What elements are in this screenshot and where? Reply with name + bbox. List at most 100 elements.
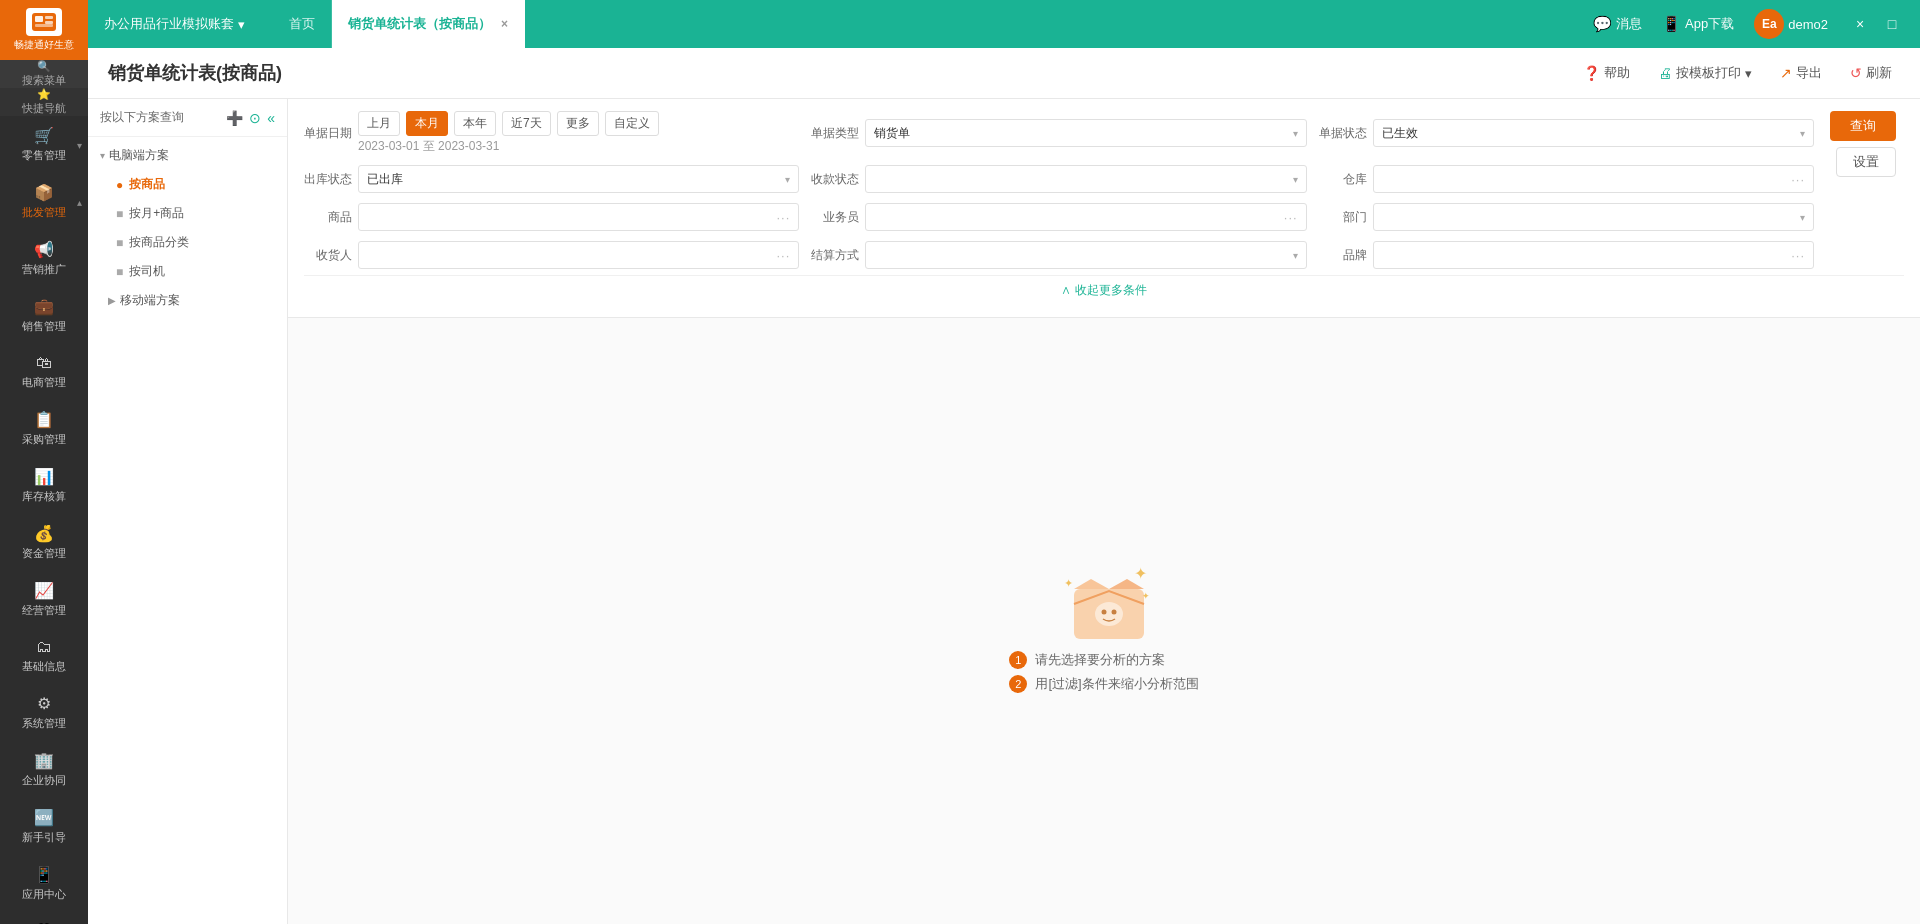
product-field[interactable]: ··· <box>358 203 799 231</box>
scheme-icon-2: ■ <box>116 236 123 250</box>
search-menu-item[interactable]: 🔍 搜索菜单 <box>0 60 88 88</box>
tree-group-mobile[interactable]: ▶ 移动端方案 <box>88 286 287 315</box>
left-panel-title: 按以下方案查询 <box>100 109 184 126</box>
message-label: 消息 <box>1616 15 1642 33</box>
department-select[interactable]: ▾ <box>1373 203 1814 231</box>
sidebar-item-sales[interactable]: 💼 销售管理 <box>0 287 88 344</box>
doc-type-text: 销货单 <box>874 125 910 142</box>
brand-field[interactable]: ··· <box>1373 241 1814 269</box>
app-download-label: App下载 <box>1685 15 1734 33</box>
salesperson-field[interactable]: ··· <box>865 203 1306 231</box>
left-panel-header: 按以下方案查询 ➕ ⊙ « <box>88 99 287 137</box>
tab-close-button[interactable]: × <box>501 17 508 31</box>
doc-type-select[interactable]: 销货单 ▾ <box>865 119 1306 147</box>
tree-group-desktop-label: 电脑端方案 <box>109 147 169 164</box>
quick-nav-icon: ⭐ <box>37 88 51 101</box>
filter-area: 单据日期 上月 本月 本年 近7天 更多 自定义 <box>288 99 1920 318</box>
date-btn-7days[interactable]: 近7天 <box>502 111 551 136</box>
date-btn-custom[interactable]: 自定义 <box>605 111 659 136</box>
out-status-select[interactable]: 已出库 ▾ <box>358 165 799 193</box>
logo-icon <box>26 8 62 36</box>
selector-arrow-icon: ▾ <box>238 17 245 32</box>
recv-status-arrow-icon: ▾ <box>1293 174 1298 185</box>
print-arrow-icon: ▾ <box>1745 66 1752 81</box>
sidebar-item-basic[interactable]: 🗂 基础信息 <box>0 628 88 684</box>
tabs-container: 首页 销货单统计表（按商品） × <box>273 0 525 48</box>
app-download-button[interactable]: 📱 App下载 <box>1662 15 1734 33</box>
tab-home[interactable]: 首页 <box>273 0 332 48</box>
date-btn-this-month[interactable]: 本月 <box>406 111 448 136</box>
sidebar-item-enterprise[interactable]: 🏢 企业协同 <box>0 741 88 798</box>
print-button[interactable]: 🖨 按模板打印 ▾ <box>1650 60 1760 86</box>
sidebar-item-apps[interactable]: 📱 应用中心 <box>0 855 88 912</box>
sidebar-item-operations[interactable]: 📈 经营管理 <box>0 571 88 628</box>
refresh-button[interactable]: ↺ 刷新 <box>1842 60 1900 86</box>
out-status-text: 已出库 <box>367 171 403 188</box>
receiver-dots-icon: ··· <box>776 248 790 263</box>
apps-icon: 📱 <box>34 865 54 884</box>
left-panel-actions: ➕ ⊙ « <box>226 110 275 126</box>
tree-item-by-category[interactable]: ■ 按商品分类 <box>88 228 287 257</box>
edit-scheme-button[interactable]: ⊙ <box>249 110 261 126</box>
doc-status-label: 单据状态 <box>1319 125 1367 142</box>
receiver-field[interactable]: ··· <box>358 241 799 269</box>
warehouse-field[interactable]: ··· <box>1373 165 1814 193</box>
collapse-panel-button[interactable]: « <box>267 110 275 126</box>
tree-group-desktop[interactable]: ▾ 电脑端方案 <box>88 141 287 170</box>
date-btn-last-month[interactable]: 上月 <box>358 111 400 136</box>
top-bar-right: 💬 消息 📱 App下载 Ea demo2 × □ <box>1593 9 1904 39</box>
maximize-window-button[interactable]: □ <box>1880 12 1904 36</box>
scheme-icon-1: ■ <box>116 207 123 221</box>
tree-item-by-month-product[interactable]: ■ 按月+商品 <box>88 199 287 228</box>
payment-label: 结算方式 <box>811 247 859 264</box>
logo-text: 畅捷通好生意 <box>14 38 74 52</box>
sidebar-item-newuser[interactable]: 🆕 新手引导 <box>0 798 88 855</box>
sidebar-item-wholesale[interactable]: 📦 批发管理 ▴ <box>0 173 88 230</box>
doc-status-select[interactable]: 已生效 ▾ <box>1373 119 1814 147</box>
settings-button[interactable]: 设置 <box>1836 147 1896 177</box>
tab-sales-stat[interactable]: 销货单统计表（按商品） × <box>332 0 525 48</box>
tree-mobile-expand-icon: ▶ <box>108 295 116 306</box>
tab-sales-stat-label: 销货单统计表（按商品） <box>348 15 491 33</box>
help-button[interactable]: ❓ 帮助 <box>1575 60 1638 86</box>
sidebar-item-inventory[interactable]: 📊 库存核算 <box>0 457 88 514</box>
quick-nav-item[interactable]: ⭐ 快捷导航 <box>0 88 88 116</box>
date-btn-this-year[interactable]: 本年 <box>454 111 496 136</box>
sidebar-item-purchase[interactable]: 📋 采购管理 <box>0 400 88 457</box>
warehouse-value: ··· <box>1373 165 1814 193</box>
filter-salesperson: 业务员 ··· <box>811 203 1306 231</box>
sidebar-item-wechat[interactable]: 💬 企业微信 <box>0 912 88 924</box>
message-button[interactable]: 💬 消息 <box>1593 15 1642 33</box>
salesperson-value: ··· <box>865 203 1306 231</box>
sidebar-item-system[interactable]: ⚙ 系统管理 <box>0 684 88 741</box>
add-scheme-button[interactable]: ➕ <box>226 110 243 126</box>
sidebar-item-retail[interactable]: 🛒 零售管理 ▾ <box>0 116 88 173</box>
out-status-value: 已出库 ▾ <box>358 165 799 193</box>
refresh-label: 刷新 <box>1866 64 1892 82</box>
wholesale-icon: 📦 <box>34 183 54 202</box>
date-btn-more[interactable]: 更多 <box>557 111 599 136</box>
recv-status-label: 收款状态 <box>811 171 859 188</box>
doc-status-text: 已生效 <box>1382 125 1418 142</box>
recv-status-select[interactable]: ▾ <box>865 165 1306 193</box>
app-logo: 畅捷通好生意 <box>0 0 88 60</box>
query-button[interactable]: 查询 <box>1830 111 1896 141</box>
sidebar-item-marketing[interactable]: 📢 营销推广 <box>0 230 88 287</box>
user-menu[interactable]: Ea demo2 <box>1754 9 1828 39</box>
export-button[interactable]: ↗ 导出 <box>1772 60 1830 86</box>
payment-select[interactable]: ▾ <box>865 241 1306 269</box>
svg-text:✦: ✦ <box>1064 577 1073 589</box>
sidebar-item-ecommerce[interactable]: 🛍 电商管理 <box>0 344 88 400</box>
tree-item-by-product[interactable]: ● 按商品 <box>88 170 287 199</box>
sidebar-item-finance[interactable]: 💰 资金管理 <box>0 514 88 571</box>
step-1-number: 1 <box>1009 651 1027 669</box>
tree-item-by-category-label: 按商品分类 <box>129 234 189 251</box>
close-window-button[interactable]: × <box>1848 12 1872 36</box>
tree-item-by-driver[interactable]: ■ 按司机 <box>88 257 287 286</box>
account-selector[interactable]: 办公用品行业模拟账套 ▾ <box>104 15 245 33</box>
page-header: 销货单统计表(按商品) ❓ 帮助 🖨 按模板打印 ▾ ↗ 导出 ↺ 刷新 <box>88 48 1920 99</box>
download-icon: 📱 <box>1662 15 1681 33</box>
user-avatar: Ea <box>1754 9 1784 39</box>
collapse-more-button[interactable]: ∧ 收起更多条件 <box>304 275 1904 305</box>
tree-expand-icon: ▾ <box>100 150 105 161</box>
